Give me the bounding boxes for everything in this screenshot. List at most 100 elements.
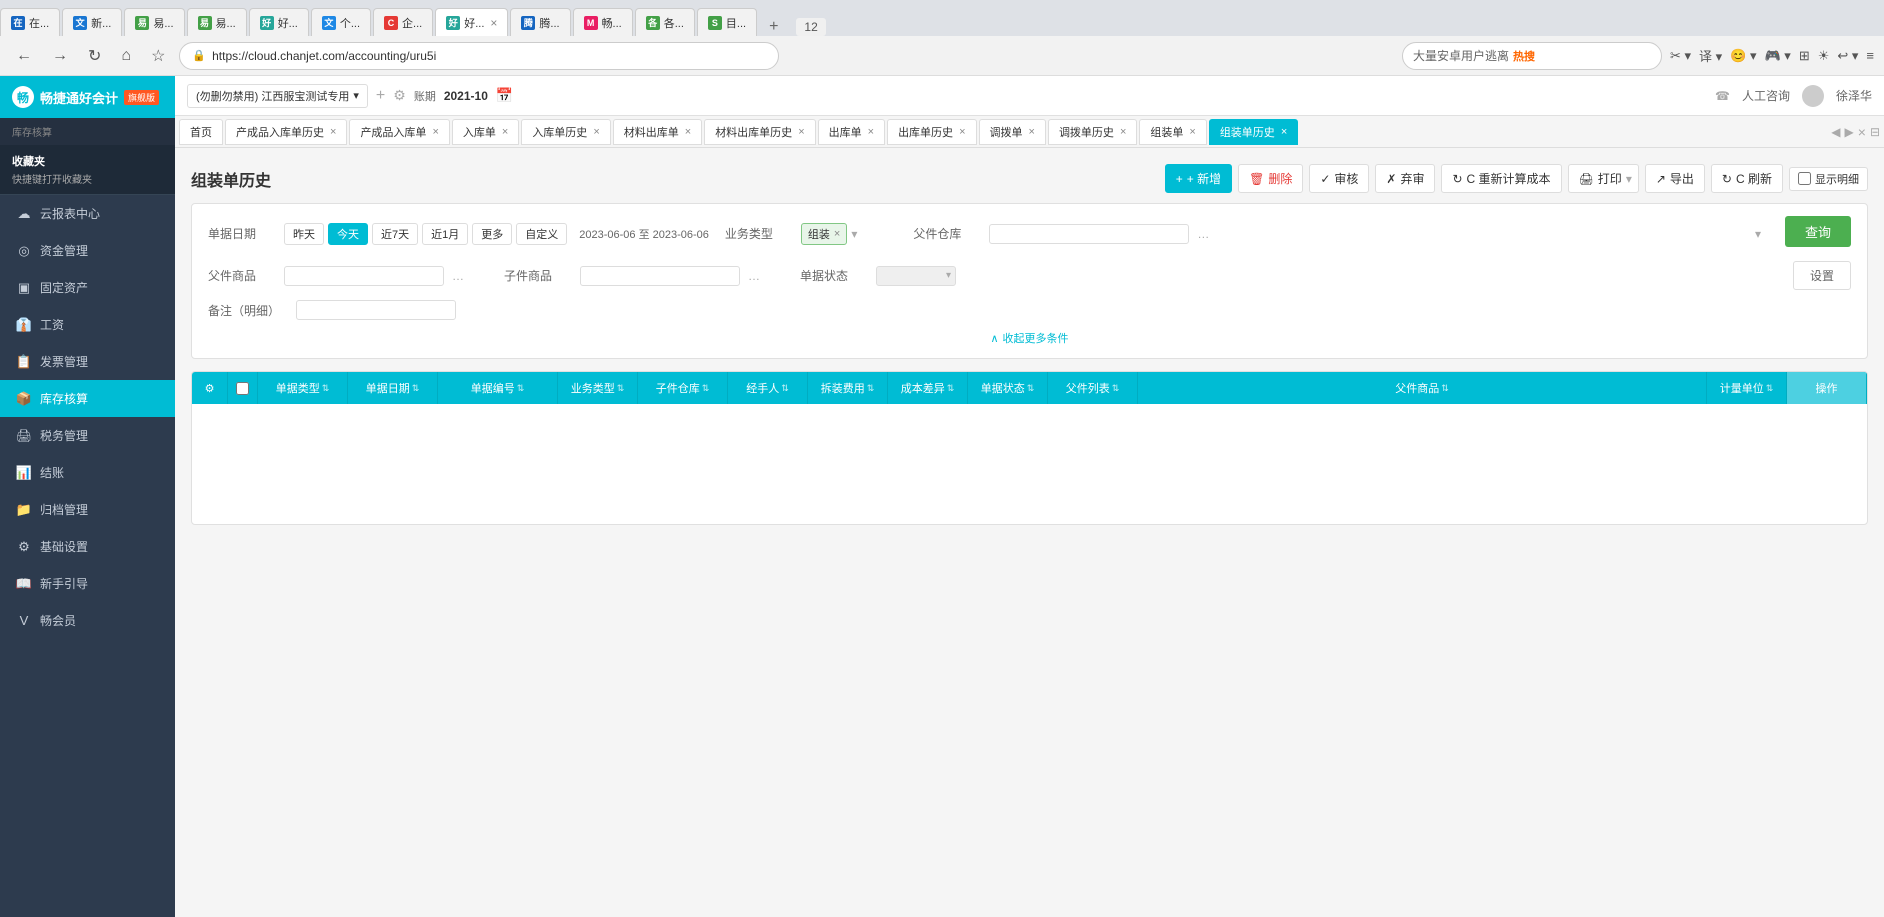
sidebar-item-guide[interactable]: 📖 新手引导 bbox=[0, 565, 175, 602]
tab-assembly[interactable]: 组装单 × bbox=[1139, 119, 1206, 145]
audit-button[interactable]: ✓ 审核 bbox=[1309, 164, 1369, 193]
abandon-button[interactable]: ✗ 弃审 bbox=[1375, 164, 1435, 193]
remark-input[interactable] bbox=[296, 300, 456, 320]
sidebar-item-fixed-assets[interactable]: ▣ 固定资产 bbox=[0, 269, 175, 306]
tab-close-out-history[interactable]: × bbox=[959, 126, 965, 138]
date-btn-yesterday[interactable]: 昨天 bbox=[284, 223, 324, 245]
date-btn-more[interactable]: 更多 bbox=[472, 223, 512, 245]
browser-tab-7[interactable]: C 企... bbox=[373, 8, 433, 36]
grid-icon[interactable]: ⊞ bbox=[1799, 48, 1810, 64]
biz-type-tag-close[interactable]: × bbox=[834, 228, 840, 240]
tab-out[interactable]: 出库单 × bbox=[818, 119, 885, 145]
th-checkbox[interactable] bbox=[228, 372, 258, 404]
tab-close-finished-goods-history[interactable]: × bbox=[330, 126, 336, 138]
company-selector[interactable]: (勿删勿禁用) 江西服宝测试专用 ▾ bbox=[187, 84, 368, 108]
menu-icon[interactable]: ≡ bbox=[1866, 48, 1874, 63]
th-settings[interactable]: ⚙ bbox=[192, 372, 228, 404]
delete-button[interactable]: 🗑 删除 bbox=[1238, 164, 1303, 193]
child-goods-input[interactable] bbox=[580, 266, 740, 286]
tab-close-all-icon[interactable]: × bbox=[1858, 124, 1866, 140]
browser-tab-12[interactable]: S 目... bbox=[697, 8, 757, 36]
address-bar[interactable]: 🔒 https://cloud.chanjet.com/accounting/u… bbox=[179, 42, 779, 70]
tab-material-out[interactable]: 材料出库单 × bbox=[613, 119, 702, 145]
reload-button[interactable]: ↻ bbox=[82, 44, 107, 68]
tab-transfer[interactable]: 调拨单 × bbox=[979, 119, 1046, 145]
order-status-select[interactable] bbox=[876, 266, 956, 286]
tab-transfer-history[interactable]: 调拨单历史 × bbox=[1048, 119, 1137, 145]
browser-tab-6[interactable]: 文 个... bbox=[311, 8, 371, 36]
sidebar-item-payroll[interactable]: 👔 工资 bbox=[0, 306, 175, 343]
th-order-status[interactable]: 单据状态 ⇅ bbox=[968, 372, 1048, 404]
tab-close-transfer-history[interactable]: × bbox=[1120, 126, 1126, 138]
export-button[interactable]: ↗ 导出 bbox=[1645, 164, 1705, 193]
sidebar-item-tax[interactable]: 🖨 税务管理 bbox=[0, 417, 175, 454]
date-btn-custom[interactable]: 自定义 bbox=[516, 223, 567, 245]
service-label[interactable]: 人工咨询 bbox=[1742, 87, 1790, 104]
parent-warehouse-dropdown[interactable]: ▾ bbox=[1755, 227, 1761, 241]
tab-close-assembly-history[interactable]: × bbox=[1281, 126, 1287, 138]
print-button[interactable]: 🖨 打印 ▾ bbox=[1568, 164, 1639, 193]
tab-close-receipt-history[interactable]: × bbox=[593, 126, 599, 138]
sidebar-item-settings[interactable]: ⚙ 基础设置 bbox=[0, 528, 175, 565]
browser-tab-1[interactable]: 在 在... bbox=[0, 8, 60, 36]
date-btn-1month[interactable]: 近1月 bbox=[422, 223, 468, 245]
th-order-type[interactable]: 单据类型 ⇅ bbox=[258, 372, 348, 404]
settings-gear-icon[interactable]: ⚙ bbox=[393, 87, 406, 104]
sidebar-item-cloud-report[interactable]: ☁ 云报表中心 bbox=[0, 195, 175, 232]
search-bar[interactable]: 大量安卓用户逃离 热搜 bbox=[1402, 42, 1662, 70]
sidebar-item-invoice[interactable]: 📋 发票管理 bbox=[0, 343, 175, 380]
th-handler[interactable]: 经手人 ⇅ bbox=[728, 372, 808, 404]
tab-out-history[interactable]: 出库单历史 × bbox=[887, 119, 976, 145]
parent-warehouse-input[interactable] bbox=[989, 224, 1189, 244]
parent-goods-input[interactable] bbox=[284, 266, 444, 286]
sidebar-favorites[interactable]: 收藏夹 快捷键打开收藏夹 bbox=[0, 145, 175, 195]
back-button[interactable]: ← bbox=[10, 45, 38, 67]
tab-material-out-history[interactable]: 材料出库单历史 × bbox=[704, 119, 815, 145]
th-dismantle-cost[interactable]: 拆装费用 ⇅ bbox=[808, 372, 888, 404]
tab-close-material-out[interactable]: × bbox=[685, 126, 691, 138]
tab-home[interactable]: 首页 bbox=[179, 119, 223, 145]
sidebar-item-fund[interactable]: ◎ 资金管理 bbox=[0, 232, 175, 269]
add-button[interactable]: + + 新增 bbox=[1165, 164, 1232, 193]
add-company-icon[interactable]: + bbox=[376, 87, 385, 105]
browser-tab-4[interactable]: 易 易... bbox=[187, 8, 247, 36]
browser-tab-3[interactable]: 易 易... bbox=[124, 8, 184, 36]
recalculate-button[interactable]: ↻ C 重新计算成本 bbox=[1441, 164, 1561, 193]
tab-prev-icon[interactable]: ◀ bbox=[1831, 125, 1840, 139]
sidebar-item-archive[interactable]: 📁 归档管理 bbox=[0, 491, 175, 528]
tab-close-finished-goods[interactable]: × bbox=[432, 126, 438, 138]
browser-tab-8[interactable]: 好 好... × bbox=[435, 8, 508, 36]
undo-icon[interactable]: ↩ ▾ bbox=[1837, 48, 1858, 64]
select-all-checkbox[interactable] bbox=[236, 382, 249, 395]
tab-receipt-history[interactable]: 入库单历史 × bbox=[521, 119, 610, 145]
translate-icon[interactable]: 译 ▾ bbox=[1699, 46, 1722, 65]
th-unit[interactable]: 计量单位 ⇅ bbox=[1707, 372, 1787, 404]
show-detail-checkbox[interactable]: 显示明细 bbox=[1789, 167, 1868, 191]
home-button[interactable]: ⌂ bbox=[115, 45, 137, 67]
browser-tab-2[interactable]: 文 新... bbox=[62, 8, 122, 36]
sidebar-item-settlement[interactable]: 📊 结账 bbox=[0, 454, 175, 491]
sidebar-item-vip[interactable]: V 畅会员 bbox=[0, 602, 175, 639]
tab-close-transfer[interactable]: × bbox=[1029, 126, 1035, 138]
browser-tab-11[interactable]: 各 各... bbox=[635, 8, 695, 36]
sun-icon[interactable]: ☀ bbox=[1818, 48, 1830, 64]
set-button[interactable]: 设置 bbox=[1793, 261, 1851, 290]
tab-assembly-history[interactable]: 组装单历史 × bbox=[1209, 119, 1298, 145]
tab-close-8[interactable]: × bbox=[490, 16, 497, 30]
query-button[interactable]: 查询 bbox=[1785, 216, 1851, 247]
browser-tab-10[interactable]: M 畅... bbox=[573, 8, 633, 36]
child-goods-more-icon[interactable]: … bbox=[744, 269, 764, 283]
show-detail-input[interactable] bbox=[1798, 172, 1811, 185]
tab-finished-goods-history[interactable]: 产成品入库单历史 × bbox=[225, 119, 347, 145]
tab-finished-goods[interactable]: 产成品入库单 × bbox=[349, 119, 449, 145]
th-parent-goods[interactable]: 父件商品 ⇅ bbox=[1138, 372, 1707, 404]
parent-warehouse-more-icon[interactable]: … bbox=[1193, 227, 1213, 241]
date-btn-today[interactable]: 今天 bbox=[328, 223, 368, 245]
browser-tab-5[interactable]: 好 好... bbox=[249, 8, 309, 36]
game-icon[interactable]: 🎮 ▾ bbox=[1764, 48, 1790, 64]
forward-button[interactable]: → bbox=[46, 45, 74, 67]
tab-close-out[interactable]: × bbox=[868, 126, 874, 138]
date-btn-7days[interactable]: 近7天 bbox=[372, 223, 418, 245]
th-cost-difference[interactable]: 成本差异 ⇅ bbox=[888, 372, 968, 404]
emoji-icon[interactable]: 😊 ▾ bbox=[1730, 48, 1756, 64]
